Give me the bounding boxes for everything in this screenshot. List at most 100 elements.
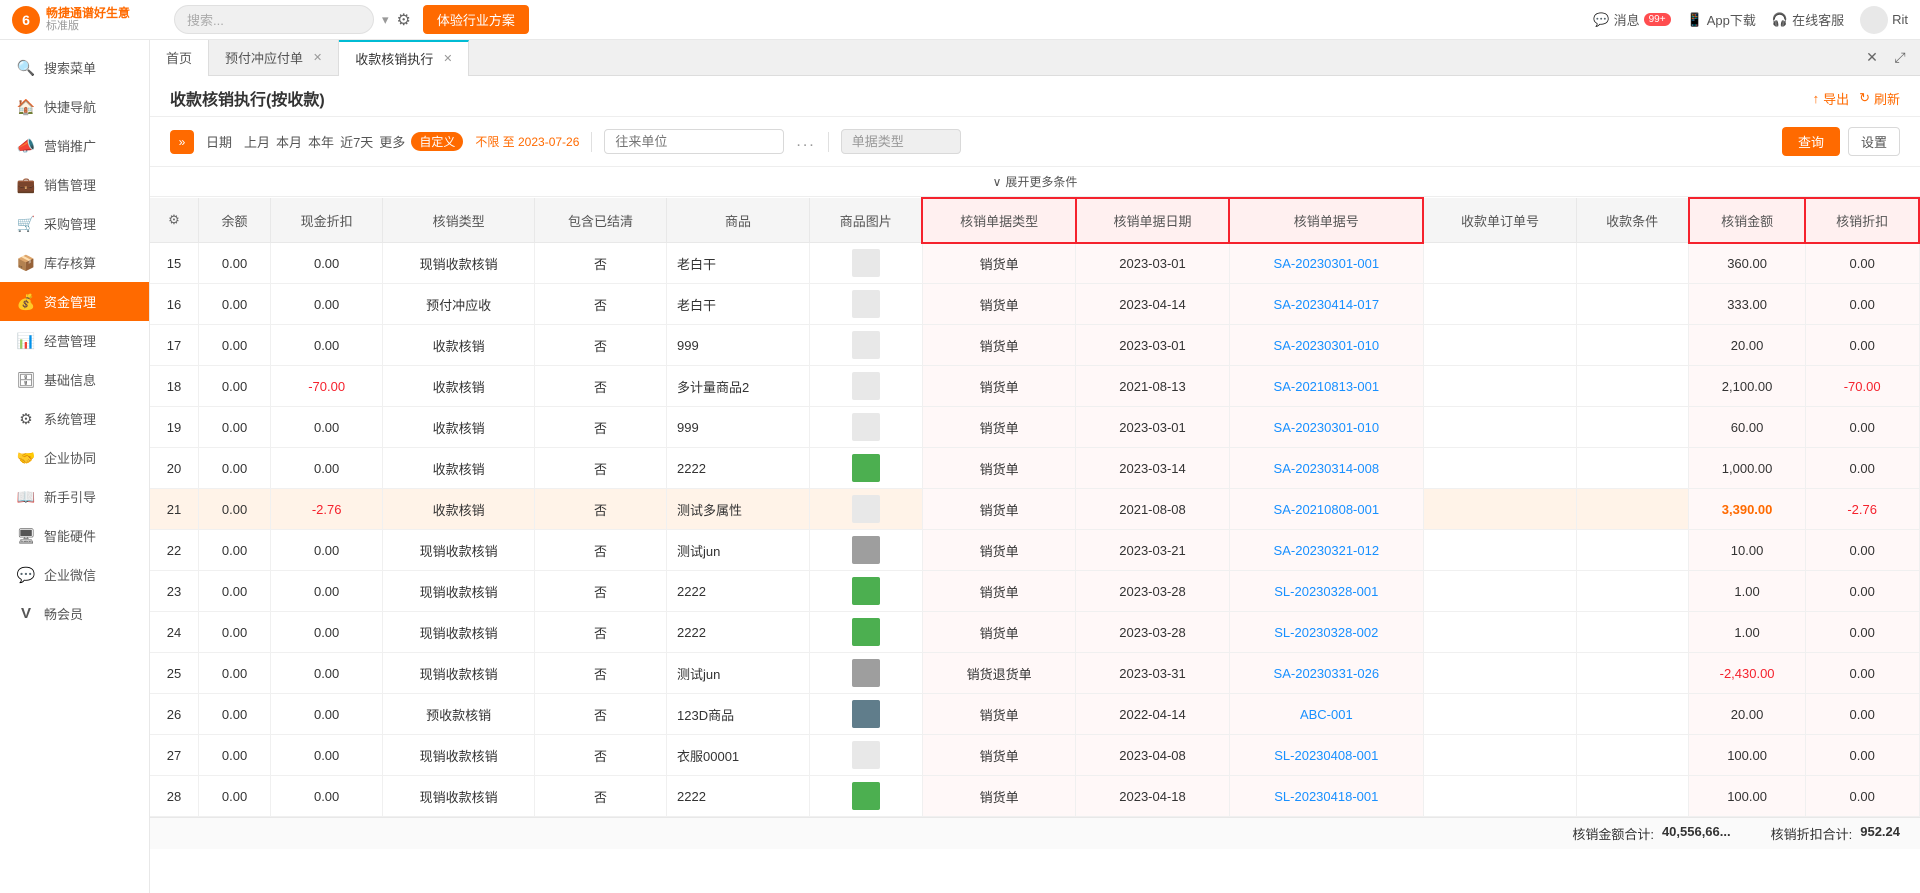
cell-writeoff-no[interactable]: SA-20210808-001 (1229, 489, 1423, 530)
writeoff-no-link[interactable]: SA-20230414-017 (1274, 297, 1380, 312)
cell-cash-discount: 0.00 (271, 448, 383, 489)
cell-receipt-condition (1576, 530, 1689, 571)
cell-writeoff-discount: 0.00 (1805, 407, 1919, 448)
th-writeoff-voucher-type: 核销单据类型 (922, 198, 1075, 243)
writeoff-no-link[interactable]: SA-20230301-001 (1274, 256, 1380, 271)
sidebar-item-system[interactable]: ⚙ 系统管理 (0, 399, 149, 438)
refresh-button[interactable]: ↻ 刷新 (1859, 89, 1900, 108)
tab-close-btn[interactable]: ✕ (1860, 46, 1884, 70)
tab-prepay-close[interactable]: ✕ (313, 51, 322, 64)
writeoff-no-link[interactable]: SA-20230301-010 (1274, 338, 1380, 353)
export-button[interactable]: ↑ 导出 (1813, 89, 1850, 108)
sidebar-item-guide[interactable]: 📖 新手引导 (0, 477, 149, 516)
cell-writeoff-no[interactable]: SA-20230314-008 (1229, 448, 1423, 489)
writeoff-no-link[interactable]: SA-20230314-008 (1274, 461, 1380, 476)
cell-receipt-condition (1576, 325, 1689, 366)
date-opt-more[interactable]: 更多 (379, 132, 405, 151)
cell-writeoff-no[interactable]: SA-20230414-017 (1229, 284, 1423, 325)
writeoff-no-link[interactable]: SA-20230301-010 (1274, 420, 1380, 435)
tab-expand-btn[interactable]: ⤢ (1888, 46, 1912, 70)
sidebar-item-sales[interactable]: 💼 销售管理 (0, 165, 149, 204)
tab-prepay[interactable]: 预付冲应付单 ✕ (209, 40, 339, 76)
hardware-icon: 🖥 (16, 527, 36, 545)
cell-row-num: 23 (150, 571, 199, 612)
writeoff-no-link[interactable]: SA-20210813-001 (1274, 379, 1380, 394)
gear-icon[interactable]: ⚙ (397, 10, 411, 30)
tab-collection-close[interactable]: ✕ (443, 52, 452, 65)
date-options: 上月 本月 本年 近7天 更多 自定义 (244, 132, 463, 151)
cell-receipt-order-no (1423, 530, 1576, 571)
writeoff-no-link[interactable]: SL-20230408-001 (1274, 748, 1378, 763)
expand-more-button[interactable]: ∨ 展开更多条件 (993, 173, 1078, 190)
cell-cash-discount: 0.00 (271, 530, 383, 571)
cell-writeoff-no[interactable]: SL-20230408-001 (1229, 735, 1423, 776)
cell-writeoff-no[interactable]: SL-20230328-001 (1229, 571, 1423, 612)
th-settings[interactable]: ⚙ (150, 198, 199, 243)
filter-toggle-button[interactable]: » (170, 130, 194, 154)
date-opt-7days[interactable]: 近7天 (340, 132, 373, 151)
cell-balance: 0.00 (199, 366, 271, 407)
writeoff-no-link[interactable]: SA-20230321-012 (1274, 543, 1380, 558)
cell-writeoff-no[interactable]: ABC-001 (1229, 694, 1423, 735)
sidebar-item-hardware[interactable]: 🖥 智能硬件 (0, 516, 149, 555)
cell-writeoff-no[interactable]: SL-20230418-001 (1229, 776, 1423, 817)
cell-writeoff-no[interactable]: SA-20230301-001 (1229, 243, 1423, 284)
app-download-item[interactable]: 📱 App下载 (1687, 10, 1756, 29)
sidebar-item-quick[interactable]: 🏠 快捷导航 (0, 87, 149, 126)
cell-writeoff-amount: 20.00 (1689, 325, 1806, 366)
export-icon: ↑ (1813, 91, 1820, 106)
data-table-wrap[interactable]: ⚙ 余额 现金折扣 核销类型 包含已结清 商品 商品图片 核销单据类型 核销单据… (150, 197, 1920, 893)
writeoff-no-link[interactable]: SL-20230328-002 (1274, 625, 1378, 640)
sidebar-item-collab[interactable]: 🤝 企业协同 (0, 438, 149, 477)
cell-writeoff-no[interactable]: SA-20210813-001 (1229, 366, 1423, 407)
tab-collection[interactable]: 收款核销执行 ✕ (339, 40, 469, 76)
product-image (852, 454, 880, 482)
sidebar-item-inventory[interactable]: 📦 库存核算 (0, 243, 149, 282)
writeoff-no-link[interactable]: SA-20230331-026 (1274, 666, 1380, 681)
cell-writeoff-date: 2023-03-28 (1076, 612, 1229, 653)
date-opt-this-month[interactable]: 本月 (276, 132, 302, 151)
cell-writeoff-no[interactable]: SA-20230321-012 (1229, 530, 1423, 571)
cell-balance: 0.00 (199, 530, 271, 571)
query-button[interactable]: 查询 (1782, 127, 1840, 156)
tab-home[interactable]: 首页 (150, 40, 209, 76)
sidebar-item-finance[interactable]: 💰 资金管理 (0, 282, 149, 321)
writeoff-no-link[interactable]: SL-20230328-001 (1274, 584, 1378, 599)
sidebar-item-marketing[interactable]: 📣 营销推广 (0, 126, 149, 165)
writeoff-no-link[interactable]: SA-20210808-001 (1274, 502, 1380, 517)
online-service-item[interactable]: 🎧 在线客服 (1772, 10, 1844, 29)
cell-writeoff-voucher-type: 销货单 (922, 366, 1075, 407)
cell-include-settled: 否 (535, 243, 667, 284)
sidebar-item-member[interactable]: V 畅会员 (0, 594, 149, 633)
sidebar-item-operation[interactable]: 📊 经营管理 (0, 321, 149, 360)
table-row: 19 0.00 0.00 收款核销 否 999 销货单 2023-03-01 S… (150, 407, 1919, 448)
chevron-down-icon: ∨ (993, 175, 1002, 189)
cell-product: 2222 (667, 776, 810, 817)
cell-writeoff-amount: 10.00 (1689, 530, 1806, 571)
writeoff-no-link[interactable]: ABC-001 (1300, 707, 1353, 722)
partner-input[interactable] (604, 129, 784, 154)
user-info[interactable]: Rit (1860, 6, 1908, 34)
writeoff-no-link[interactable]: SL-20230418-001 (1274, 789, 1378, 804)
cell-writeoff-no[interactable]: SA-20230301-010 (1229, 325, 1423, 366)
date-opt-last-month[interactable]: 上月 (244, 132, 270, 151)
trial-button[interactable]: 体验行业方案 (423, 5, 529, 34)
cell-receipt-order-no (1423, 571, 1576, 612)
sidebar-item-wechat[interactable]: 💬 企业微信 (0, 555, 149, 594)
cell-include-settled: 否 (535, 366, 667, 407)
sidebar-item-basic[interactable]: 🗄 基础信息 (0, 360, 149, 399)
message-item[interactable]: 💬 消息 99+ (1593, 10, 1670, 29)
cell-include-settled: 否 (535, 407, 667, 448)
cell-writeoff-type: 收款核销 (383, 325, 535, 366)
setting-button[interactable]: 设置 (1848, 127, 1900, 156)
date-opt-custom[interactable]: 自定义 (411, 132, 463, 151)
date-opt-this-year[interactable]: 本年 (308, 132, 334, 151)
cell-writeoff-no[interactable]: SA-20230301-010 (1229, 407, 1423, 448)
voucher-type-select[interactable]: 单据类型 (841, 129, 961, 154)
megaphone-icon: 📣 (16, 137, 36, 155)
cell-writeoff-no[interactable]: SA-20230331-026 (1229, 653, 1423, 694)
sidebar-item-search[interactable]: 🔍 搜索菜单 (0, 48, 149, 87)
sidebar-item-purchase[interactable]: 🛒 采购管理 (0, 204, 149, 243)
cell-writeoff-no[interactable]: SL-20230328-002 (1229, 612, 1423, 653)
top-search-box[interactable]: 搜索... (174, 5, 374, 34)
